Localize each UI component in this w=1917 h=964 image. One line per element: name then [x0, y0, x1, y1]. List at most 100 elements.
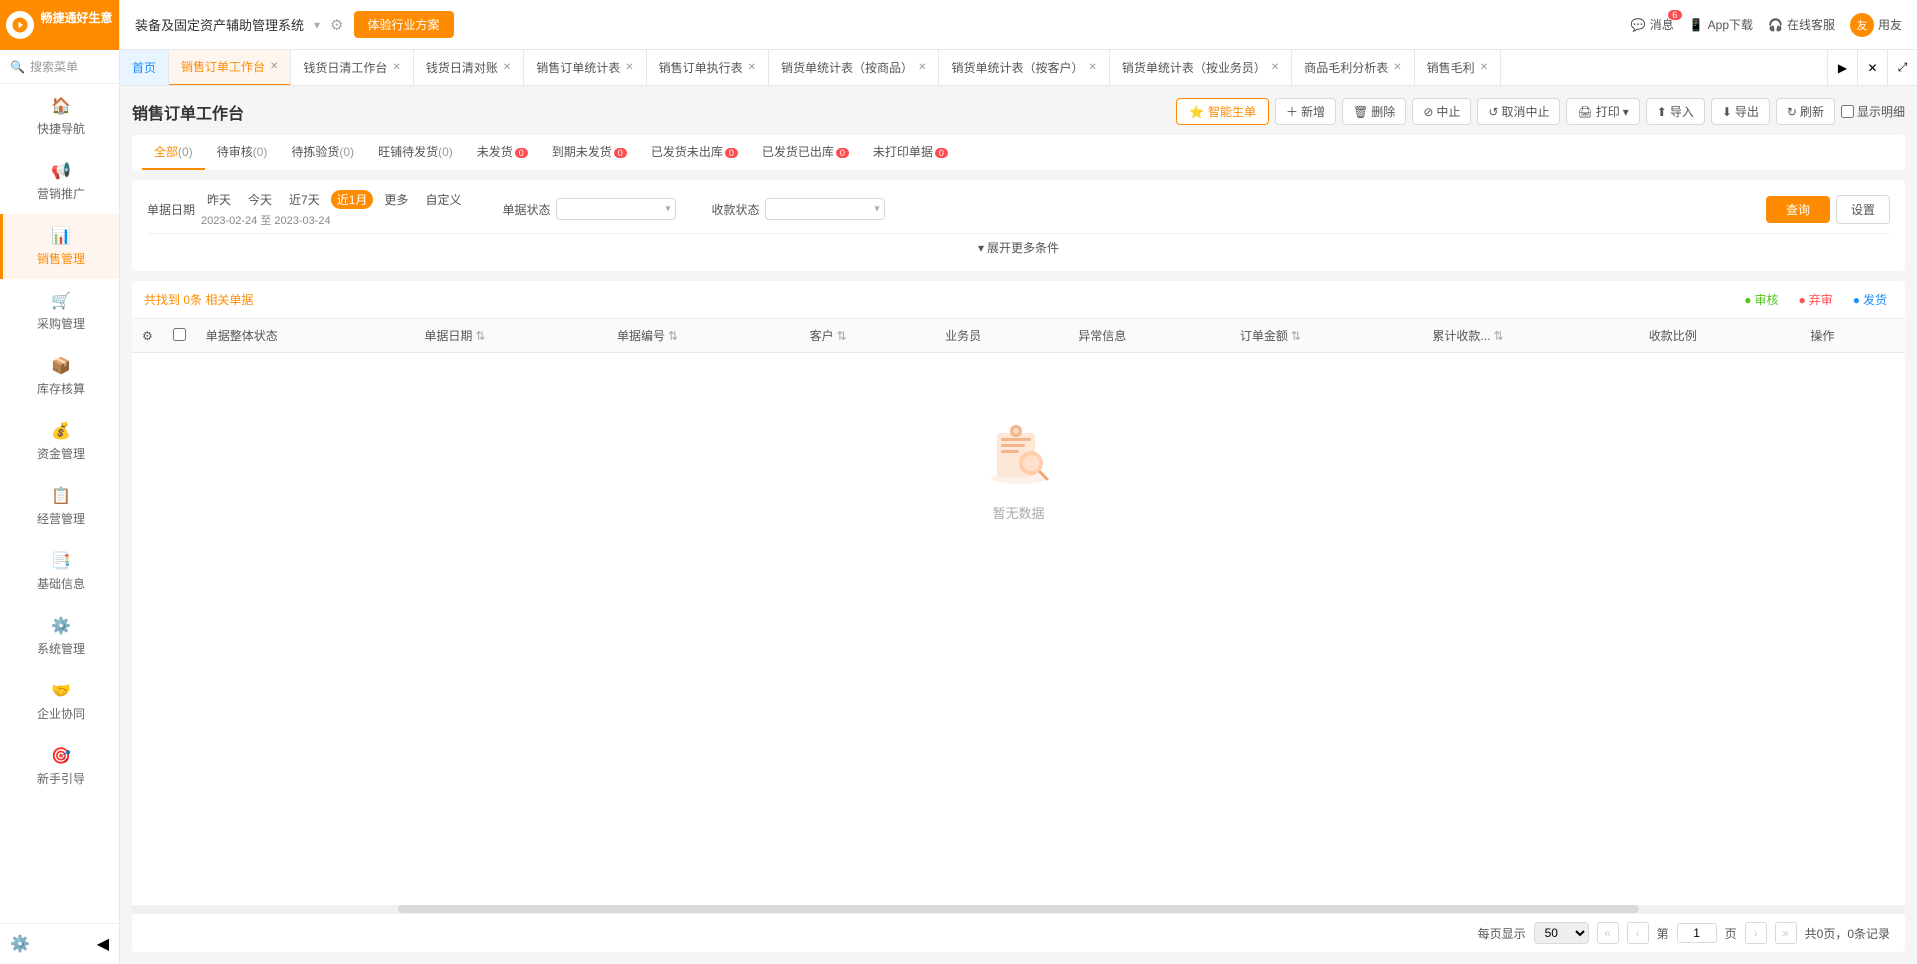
payment-select[interactable] [765, 198, 885, 220]
sidebar-item-operations[interactable]: 📋 经营管理 [0, 474, 119, 539]
approve-circle-icon: ● [1744, 293, 1751, 307]
tab-sales-order-stat[interactable]: 销售订单统计表 ✕ [524, 50, 646, 86]
filter-tab-overdue-not-shipped[interactable]: 到期未发货0 [540, 135, 639, 170]
import-btn[interactable]: ⬆ 导入 [1646, 98, 1705, 125]
tab-maximize-btn[interactable]: ⤢ [1887, 50, 1917, 86]
date-opt-more[interactable]: 更多 [378, 190, 414, 209]
stop-btn[interactable]: ⊘ 中止 [1412, 98, 1471, 125]
user-profile[interactable]: 友 用友 [1850, 13, 1902, 37]
tab-sales-stat-product[interactable]: 销货单统计表（按商品） ✕ [769, 50, 939, 86]
filter-tab-all[interactable]: 全部(0) [142, 135, 205, 170]
sidebar-item-sales[interactable]: 📊 销售管理 [0, 214, 119, 279]
last-page-btn[interactable]: » [1775, 922, 1797, 944]
message-icon: 💬 [1631, 18, 1646, 32]
msg-icon-item[interactable]: 💬 6 消息 [1631, 16, 1674, 33]
th-staff[interactable]: 业务员 [935, 319, 1068, 353]
date-opt-1month[interactable]: 近1月 [331, 190, 374, 209]
tab-close-all-btn[interactable]: ✕ [1857, 50, 1887, 86]
sidebar-item-system[interactable]: ⚙️ 系统管理 [0, 604, 119, 669]
page-input[interactable] [1677, 923, 1717, 943]
tab-sales-stat-customer-close[interactable]: ✕ [1088, 62, 1096, 73]
empty-illustration [979, 413, 1059, 493]
per-page-select[interactable]: 50 10 20 100 [1534, 922, 1589, 944]
select-all-checkbox[interactable] [173, 328, 186, 341]
th-check[interactable] [163, 319, 196, 353]
tab-home[interactable]: 首页 [120, 50, 169, 86]
tab-product-margin[interactable]: 商品毛利分析表 ✕ [1292, 50, 1414, 86]
date-opt-yesterday[interactable]: 昨天 [201, 190, 237, 209]
date-opt-today[interactable]: 今天 [242, 190, 278, 209]
tab-sales-profit-close[interactable]: ✕ [1480, 62, 1488, 73]
tab-sales-workbench[interactable]: 销售订单工作台 ✕ [169, 50, 291, 86]
reject-btn[interactable]: ● 弃审 [1792, 289, 1838, 310]
sidebar-item-basic-info[interactable]: 📑 基础信息 [0, 539, 119, 604]
delete-btn[interactable]: 🗑 删除 [1342, 98, 1406, 125]
dropdown-icon[interactable]: ▾ [314, 18, 320, 32]
settings-gear-icon[interactable]: ⚙ [330, 16, 343, 34]
th-collected[interactable]: 累计收款...⇅ [1422, 319, 1638, 353]
filter-tab-not-shipped[interactable]: 未发货0 [465, 135, 540, 170]
add-btn[interactable]: ＋ 新增 [1275, 98, 1336, 125]
tab-sales-stat-staff[interactable]: 销货单统计表（按业务员） ✕ [1110, 50, 1292, 86]
export-btn[interactable]: ⬇ 导出 [1711, 98, 1770, 125]
th-number[interactable]: 单据编号⇅ [607, 319, 800, 353]
tab-sales-workbench-close[interactable]: ✕ [270, 61, 278, 72]
settings-icon[interactable]: ⚙️ [10, 934, 30, 954]
sidebar-item-marketing[interactable]: 📢 营销推广 [0, 149, 119, 214]
tab-cash-daily-close[interactable]: ✕ [392, 62, 400, 73]
tab-more-btn[interactable]: ▶ [1827, 50, 1857, 86]
tab-cash-reconcile[interactable]: 钱货日清对账 ✕ [414, 50, 524, 86]
smart-create-btn[interactable]: ⭐ 智能生单 [1176, 98, 1269, 125]
sidebar-item-enterprise[interactable]: 🤝 企业协同 [0, 669, 119, 734]
first-page-btn[interactable]: « [1597, 922, 1619, 944]
print-btn[interactable]: 🖨 打印 ▾ [1566, 98, 1639, 125]
online-service-item[interactable]: 🎧 在线客服 [1768, 16, 1835, 33]
search-menu[interactable]: 🔍 搜索菜单 [0, 50, 119, 84]
sidebar-item-purchase[interactable]: 🛒 采购管理 [0, 279, 119, 344]
date-opt-custom[interactable]: 自定义 [419, 190, 467, 209]
filter-tab-wangpu[interactable]: 旺铺待发货(0) [366, 135, 465, 170]
tab-sales-stat-product-close[interactable]: ✕ [918, 62, 926, 73]
date-opt-7days[interactable]: 近7天 [283, 190, 326, 209]
filter-tab-not-printed[interactable]: 未打印单据0 [861, 135, 960, 170]
th-customer[interactable]: 客户⇅ [800, 319, 936, 353]
filter-tab-pending-review[interactable]: 待审核(0) [205, 135, 280, 170]
th-date[interactable]: 单据日期⇅ [414, 319, 607, 353]
refresh-btn[interactable]: ↻ 刷新 [1776, 98, 1835, 125]
tab-product-margin-close[interactable]: ✕ [1393, 62, 1401, 73]
filter-tab-shipped-out[interactable]: 已发货已出库0 [750, 135, 861, 170]
tab-sales-order-exec[interactable]: 销售订单执行表 ✕ [647, 50, 769, 86]
tab-sales-order-exec-close[interactable]: ✕ [748, 62, 756, 73]
next-page-btn[interactable]: › [1745, 922, 1767, 944]
sidebar-item-guide[interactable]: 🎯 新手引导 [0, 734, 119, 799]
sidebar-item-finance[interactable]: 💰 资金管理 [0, 409, 119, 474]
app-download-item[interactable]: 📱 App下载 [1689, 16, 1753, 33]
filter-tab-pending-inspect[interactable]: 待拣验货(0) [279, 135, 366, 170]
sidebar-item-inventory-label: 库存核算 [37, 380, 85, 397]
approve-btn[interactable]: ● 审核 [1738, 289, 1784, 310]
tab-cash-reconcile-close[interactable]: ✕ [503, 62, 511, 73]
ship-btn[interactable]: ● 发货 [1847, 289, 1893, 310]
tab-sales-stat-customer[interactable]: 销货单统计表（按客户） ✕ [939, 50, 1109, 86]
tab-sales-stat-staff-close[interactable]: ✕ [1271, 62, 1279, 73]
cancel-stop-btn[interactable]: ↺ 取消中止 [1477, 98, 1560, 125]
tabbar: 首页 销售订单工作台 ✕ 钱货日清工作台 ✕ 钱货日清对账 ✕ 销售订单统计表 … [120, 50, 1917, 86]
horizontal-scrollbar[interactable] [132, 905, 1905, 913]
tab-sales-profit[interactable]: 销售毛利 ✕ [1415, 50, 1501, 86]
show-detail-input[interactable] [1841, 105, 1854, 118]
filter-tab-shipped-not-out[interactable]: 已发货未出库0 [639, 135, 750, 170]
status-select[interactable] [556, 198, 676, 220]
show-detail-checkbox[interactable]: 显示明细 [1841, 103, 1905, 120]
query-btn[interactable]: 查询 [1766, 196, 1830, 223]
th-amount[interactable]: 订单金额⇅ [1230, 319, 1423, 353]
tab-cash-daily[interactable]: 钱货日清工作台 ✕ [291, 50, 413, 86]
tab-sales-order-stat-close[interactable]: ✕ [625, 62, 633, 73]
setting-btn[interactable]: 设置 [1836, 195, 1890, 224]
th-setting[interactable]: ⚙ [132, 319, 163, 353]
collapse-icon[interactable]: ◀ [97, 934, 109, 954]
sidebar-item-quick-nav[interactable]: 🏠 快捷导航 [0, 84, 119, 149]
industry-btn[interactable]: 体验行业方案 [354, 11, 454, 38]
sidebar-item-inventory[interactable]: 📦 库存核算 [0, 344, 119, 409]
filter-expand-btn[interactable]: ▾ 展开更多条件 [147, 233, 1890, 261]
prev-page-btn[interactable]: ‹ [1627, 922, 1649, 944]
